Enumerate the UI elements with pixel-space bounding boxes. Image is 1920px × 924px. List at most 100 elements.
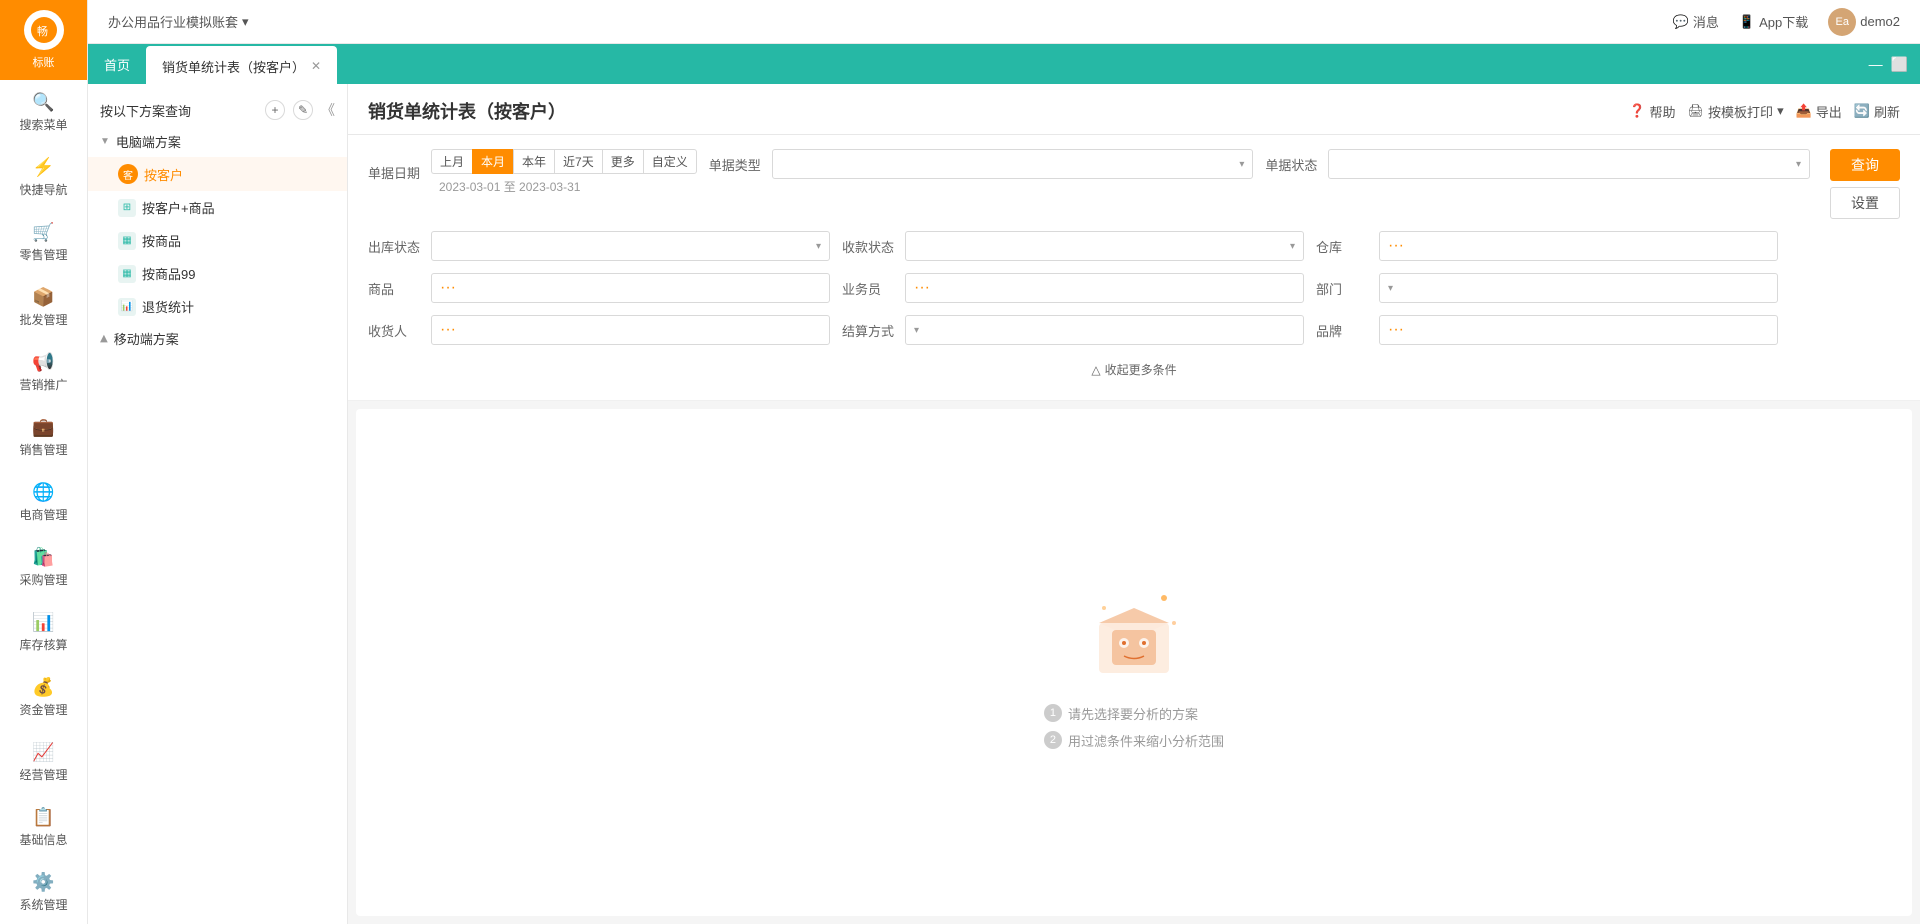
date-tab-custom[interactable]: 自定义 [643,149,697,174]
sidebar-item-label: 资金管理 [5,701,83,718]
order-status-arrow-icon: ▾ [1796,159,1801,170]
sales-icon: 💼 [5,417,83,438]
tree-section-mobile: ▶ 移动端方案 [88,323,347,354]
search-icon: 🔍 [5,92,83,113]
sidebar-item-sales[interactable]: 💼 销售管理 [0,405,88,470]
app-selector-label: 办公用品行业模拟账套 [108,12,238,31]
tree-child-label: 按商品99 [142,264,195,283]
collapse-panel-icon[interactable]: 《 [321,100,335,120]
sidebar: 畅 标账 🔍 搜索菜单 ⚡ 快捷导航 🛒 零售管理 📦 批发管理 📢 营销推广 … [0,0,88,924]
page-header: 销货单统计表（按客户） ❓ 帮助 🖨 按模板打印 ▾ 📤 [348,84,1920,135]
payment-label: 收款状态 [842,237,897,256]
tree-child-refund-stats[interactable]: 📊 退货统计 [88,290,347,323]
logo-text: 标账 [33,54,55,70]
sidebar-item-label: 经营管理 [5,766,83,783]
refresh-icon: 🔄 [1854,103,1870,119]
page-title: 销货单统计表（按客户） [368,98,566,124]
export-button[interactable]: 📤 导出 [1796,102,1842,121]
collapse-label: 收起更多条件 [1105,361,1177,378]
date-tab-this-month[interactable]: 本月 [472,149,513,174]
sidebar-item-basic[interactable]: 📋 基础信息 [0,795,88,860]
sidebar-item-quick-nav[interactable]: ⚡ 快捷导航 [0,145,88,210]
department-select[interactable]: ▾ [1379,273,1778,303]
date-tab-this-year[interactable]: 本年 [513,149,554,174]
sidebar-item-finance[interactable]: 💰 资金管理 [0,665,88,730]
quick-nav-icon: ⚡ [5,157,83,178]
message-label: 消息 [1693,12,1719,31]
settlement-select[interactable]: ▾ [905,315,1304,345]
tree-child-by-product[interactable]: ▦ 按商品 [88,224,347,257]
sidebar-item-label: 库存核算 [5,636,83,653]
date-tab-last-month[interactable]: 上月 [431,149,472,174]
query-button[interactable]: 查询 [1830,149,1900,181]
department-arrow-icon: ▾ [1388,283,1393,294]
export-icon: 📤 [1796,103,1812,119]
logo[interactable]: 畅 标账 [0,0,88,80]
maximize-icon[interactable]: ⬜ [1891,56,1908,73]
tab-close-icon[interactable]: ✕ [311,59,321,73]
sidebar-item-marketing[interactable]: 📢 营销推广 [0,340,88,405]
sidebar-item-ecommerce[interactable]: 🌐 电商管理 [0,470,88,535]
collapse-filter-button[interactable]: △ 收起更多条件 [1083,353,1184,386]
sidebar-item-label: 系统管理 [5,896,83,913]
payment-select[interactable]: ▾ [905,231,1304,261]
print-button[interactable]: 🖨 按模板打印 ▾ [1688,102,1784,121]
product-select[interactable]: ··· [431,273,830,303]
date-tab-more[interactable]: 更多 [602,149,643,174]
order-status-select[interactable]: ▾ [1328,149,1810,179]
salesperson-select[interactable]: ··· [905,273,1304,303]
order-type-select[interactable]: ▾ [772,149,1254,179]
brand-select[interactable]: ··· [1379,315,1778,345]
sidebar-item-retail[interactable]: 🛒 零售管理 [0,210,88,275]
settings-button[interactable]: 设置 [1830,187,1900,219]
app-download-button[interactable]: 📱 App下载 [1739,12,1808,31]
message-button[interactable]: 💬 消息 [1673,12,1719,31]
sidebar-item-purchase[interactable]: 🛍️ 采购管理 [0,535,88,600]
product-dots-icon: ··· [440,279,456,297]
tree-expand-icon-mobile: ▶ [98,335,109,343]
receiver-select[interactable]: ··· [431,315,830,345]
by-product-99-icon: ▦ [118,265,136,283]
settlement-arrow-icon: ▾ [914,325,919,336]
user-menu[interactable]: Ea demo2 [1828,8,1900,36]
tree-parent-desktop[interactable]: ▼ 电脑端方案 [88,126,347,157]
right-content: 销货单统计表（按客户） ❓ 帮助 🖨 按模板打印 ▾ 📤 [348,84,1920,924]
edit-scheme-button[interactable]: ✎ [293,100,313,120]
department-label: 部门 [1316,279,1371,298]
tab-sales-stat[interactable]: 销货单统计表（按客户） ✕ [146,46,337,86]
tree-child-by-customer[interactable]: 客 按客户 [88,157,347,191]
salesperson-dots-icon: ··· [914,279,930,297]
tree-child-by-product-99[interactable]: ▦ 按商品99 [88,257,347,290]
sidebar-item-system[interactable]: ⚙️ 系统管理 [0,860,88,924]
app-selector[interactable]: 办公用品行业模拟账套 ▾ [108,12,249,31]
home-tab-label: 首页 [104,55,130,74]
date-tab-last-7[interactable]: 近7天 [554,149,602,174]
add-scheme-button[interactable]: + [265,100,285,120]
warehouse-select[interactable]: ··· [1379,231,1778,261]
outbound-select[interactable]: ▾ [431,231,830,261]
receiver-dots-icon: ··· [440,321,456,339]
help-icon: ❓ [1629,103,1645,119]
sidebar-item-wholesale[interactable]: 📦 批发管理 [0,275,88,340]
sidebar-item-label: 电商管理 [5,506,83,523]
tab-home[interactable]: 首页 [88,44,146,84]
sidebar-item-search[interactable]: 🔍 搜索菜单 [0,80,88,145]
warehouse-label: 仓库 [1316,237,1371,256]
help-button[interactable]: ❓ 帮助 [1629,102,1675,121]
page-actions: ❓ 帮助 🖨 按模板打印 ▾ 📤 导出 🔄 [1629,102,1900,121]
header-right: 💬 消息 📱 App下载 Ea demo2 [1673,8,1900,36]
minimize-icon[interactable]: — [1869,56,1883,73]
page-title-row: 销货单统计表（按客户） ❓ 帮助 🖨 按模板打印 ▾ 📤 [368,98,1900,124]
refresh-button[interactable]: 🔄 刷新 [1854,102,1900,121]
sidebar-item-label: 快捷导航 [5,181,83,198]
print-icon: 🖨 [1688,103,1705,119]
refresh-label: 刷新 [1874,102,1900,121]
main-area: 办公用品行业模拟账套 ▾ 💬 消息 📱 App下载 Ea demo2 首页 [88,0,1920,924]
empty-state: 1 请先选择要分析的方案 2 用过滤条件来缩小分析范围 [356,409,1912,916]
sidebar-item-inventory[interactable]: 📊 库存核算 [0,600,88,665]
tree-parent-mobile[interactable]: ▶ 移动端方案 [88,323,347,354]
sidebar-item-operations[interactable]: 📈 经营管理 [0,730,88,795]
empty-text: 1 请先选择要分析的方案 2 用过滤条件来缩小分析范围 [1044,704,1224,758]
tree-child-by-customer-product[interactable]: ⊞ 按客户+商品 [88,191,347,224]
system-icon: ⚙️ [5,872,83,893]
